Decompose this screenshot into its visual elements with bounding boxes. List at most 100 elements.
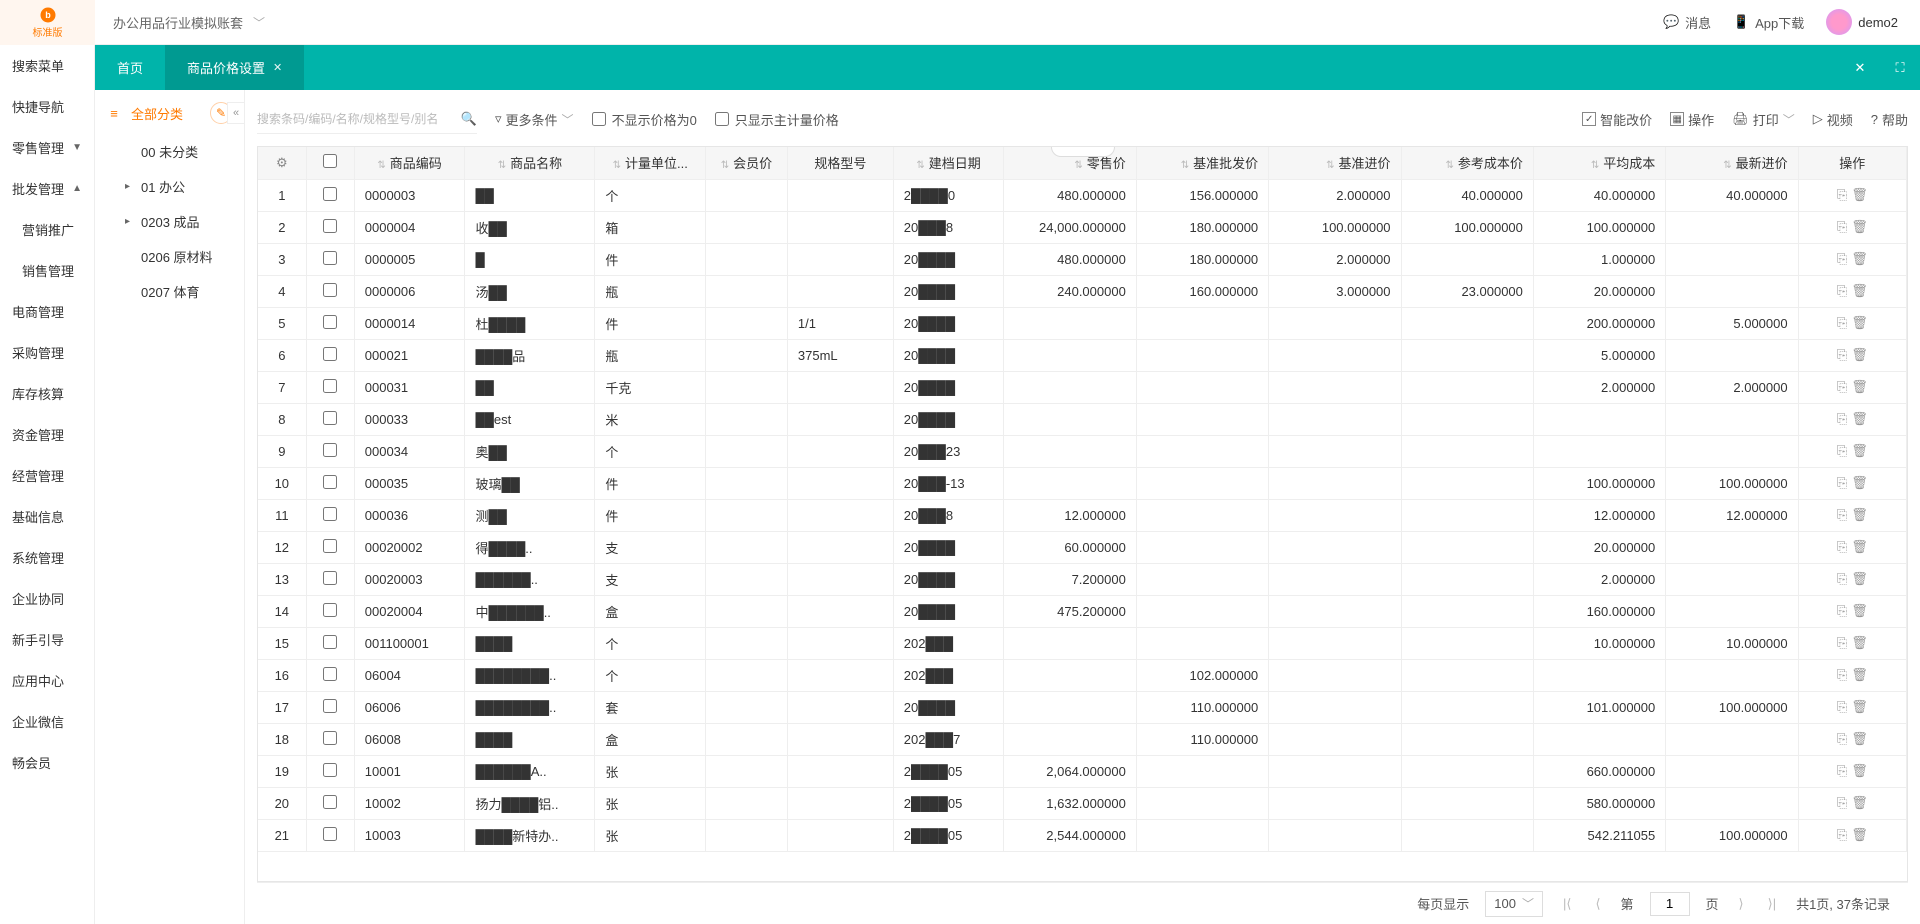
cell-avgcost[interactable]: 160.000000 bbox=[1533, 595, 1665, 627]
cell-avgcost[interactable]: 5.000000 bbox=[1533, 339, 1665, 371]
delete-icon[interactable]: 🗑 bbox=[1851, 315, 1868, 330]
copy-icon[interactable]: ⎘ bbox=[1837, 571, 1847, 586]
table-row[interactable]: 1706006████████..套20████110.000000101.00… bbox=[258, 691, 1907, 723]
hide-zero-input[interactable] bbox=[592, 112, 606, 126]
cell-refcost[interactable] bbox=[1401, 435, 1533, 467]
cell-whole[interactable]: 160.000000 bbox=[1136, 275, 1268, 307]
sidebar-item[interactable]: 畅会员 bbox=[0, 742, 94, 783]
table-row[interactable]: 2110003████新特办..张2████052,544.000000542.… bbox=[258, 819, 1907, 851]
cell-avgcost[interactable]: 20.000000 bbox=[1533, 275, 1665, 307]
row-checkbox[interactable] bbox=[323, 699, 337, 713]
tab-price-settings[interactable]: 商品价格设置 ✕ bbox=[165, 45, 304, 90]
cell-whole[interactable] bbox=[1136, 595, 1268, 627]
delete-icon[interactable]: 🗑 bbox=[1851, 379, 1868, 394]
collapse-tree-button[interactable]: « bbox=[227, 102, 245, 124]
sidebar-item[interactable]: 采购管理 bbox=[0, 332, 94, 373]
header-date[interactable]: ⇅建档日期 bbox=[893, 147, 1004, 179]
cell-retail[interactable]: 1,632.000000 bbox=[1004, 787, 1136, 819]
sidebar-item[interactable]: 资金管理 bbox=[0, 414, 94, 455]
cell-latest[interactable]: 2.000000 bbox=[1666, 371, 1798, 403]
cell-retail[interactable] bbox=[1004, 371, 1136, 403]
cell-avgcost[interactable]: 2.000000 bbox=[1533, 563, 1665, 595]
cell-inbase[interactable] bbox=[1269, 467, 1401, 499]
copy-icon[interactable]: ⎘ bbox=[1837, 411, 1847, 426]
cell-refcost[interactable] bbox=[1401, 243, 1533, 275]
cell-refcost[interactable] bbox=[1401, 403, 1533, 435]
header-wholesale[interactable]: ⇅基准批发价 bbox=[1136, 147, 1268, 179]
per-page-select[interactable]: 100﹀ bbox=[1485, 891, 1543, 917]
cell-retail[interactable]: 12.000000 bbox=[1004, 499, 1136, 531]
last-page-button[interactable]: ⟩| bbox=[1764, 896, 1780, 912]
cell-inbase[interactable] bbox=[1269, 339, 1401, 371]
cell-refcost[interactable] bbox=[1401, 499, 1533, 531]
copy-icon[interactable]: ⎘ bbox=[1837, 699, 1847, 714]
delete-icon[interactable]: 🗑 bbox=[1851, 443, 1868, 458]
cell-latest[interactable] bbox=[1666, 339, 1798, 371]
cell-whole[interactable] bbox=[1136, 467, 1268, 499]
cell-refcost[interactable] bbox=[1401, 659, 1533, 691]
cell-refcost[interactable]: 40.000000 bbox=[1401, 179, 1533, 211]
copy-icon[interactable]: ⎘ bbox=[1837, 475, 1847, 490]
header-unit[interactable]: ⇅计量单位... bbox=[595, 147, 706, 179]
copy-icon[interactable]: ⎘ bbox=[1837, 667, 1847, 682]
cell-refcost[interactable] bbox=[1401, 723, 1533, 755]
cell-inbase[interactable]: 2.000000 bbox=[1269, 243, 1401, 275]
smart-reprice-button[interactable]: ✓智能改价 bbox=[1582, 110, 1652, 129]
cell-refcost[interactable] bbox=[1401, 531, 1533, 563]
delete-icon[interactable]: 🗑 bbox=[1851, 507, 1868, 522]
cell-avgcost[interactable]: 580.000000 bbox=[1533, 787, 1665, 819]
row-checkbox[interactable] bbox=[323, 635, 337, 649]
tree-node[interactable]: ▸01 办公 bbox=[95, 169, 244, 204]
cell-whole[interactable] bbox=[1136, 819, 1268, 851]
cell-whole[interactable]: 110.000000 bbox=[1136, 691, 1268, 723]
cell-inbase[interactable] bbox=[1269, 659, 1401, 691]
cell-retail[interactable]: 2,544.000000 bbox=[1004, 819, 1136, 851]
cell-refcost[interactable]: 23.000000 bbox=[1401, 275, 1533, 307]
sidebar-item[interactable]: 应用中心 bbox=[0, 660, 94, 701]
cell-avgcost[interactable] bbox=[1533, 659, 1665, 691]
header-name[interactable]: ⇅商品名称 bbox=[465, 147, 595, 179]
delete-icon[interactable]: 🗑 bbox=[1851, 667, 1868, 682]
cell-latest[interactable] bbox=[1666, 595, 1798, 627]
search-input[interactable] bbox=[257, 112, 455, 126]
delete-icon[interactable]: 🗑 bbox=[1851, 347, 1868, 362]
cell-latest[interactable] bbox=[1666, 243, 1798, 275]
main-unit-input[interactable] bbox=[715, 112, 729, 126]
header-settings[interactable]: ⚙ bbox=[258, 147, 306, 179]
copy-icon[interactable]: ⎘ bbox=[1837, 187, 1847, 202]
row-checkbox[interactable] bbox=[323, 731, 337, 745]
delete-icon[interactable]: 🗑 bbox=[1851, 603, 1868, 618]
cell-whole[interactable]: 180.000000 bbox=[1136, 243, 1268, 275]
cell-latest[interactable]: 100.000000 bbox=[1666, 691, 1798, 723]
header-refcost[interactable]: ⇅参考成本价 bbox=[1401, 147, 1533, 179]
operations-dropdown[interactable]: ▦操作 bbox=[1670, 110, 1714, 129]
page-input[interactable] bbox=[1650, 892, 1690, 916]
sidebar-item[interactable]: 库存核算 bbox=[0, 373, 94, 414]
grid-expand-handle[interactable] bbox=[1051, 147, 1115, 157]
cell-whole[interactable] bbox=[1136, 403, 1268, 435]
row-checkbox[interactable] bbox=[323, 347, 337, 361]
cell-refcost[interactable] bbox=[1401, 755, 1533, 787]
cell-retail[interactable]: 24,000.000000 bbox=[1004, 211, 1136, 243]
cell-refcost[interactable] bbox=[1401, 467, 1533, 499]
row-checkbox[interactable] bbox=[323, 379, 337, 393]
cell-whole[interactable] bbox=[1136, 435, 1268, 467]
delete-icon[interactable]: 🗑 bbox=[1851, 763, 1868, 778]
table-row[interactable]: 9000034奥██个20███23⎘🗑 bbox=[258, 435, 1907, 467]
cell-refcost[interactable] bbox=[1401, 819, 1533, 851]
row-checkbox[interactable] bbox=[323, 667, 337, 681]
cell-whole[interactable] bbox=[1136, 499, 1268, 531]
table-row[interactable]: 7000031██千克20████2.0000002.000000⎘🗑 bbox=[258, 371, 1907, 403]
cell-avgcost[interactable] bbox=[1533, 435, 1665, 467]
cell-refcost[interactable] bbox=[1401, 627, 1533, 659]
cell-retail[interactable]: 475.200000 bbox=[1004, 595, 1136, 627]
cell-retail[interactable]: 2,064.000000 bbox=[1004, 755, 1136, 787]
cell-inbase[interactable] bbox=[1269, 307, 1401, 339]
copy-icon[interactable]: ⎘ bbox=[1837, 283, 1847, 298]
tree-node[interactable]: 00 未分类 bbox=[95, 134, 244, 169]
cell-retail[interactable] bbox=[1004, 659, 1136, 691]
sidebar-item[interactable]: 企业微信 bbox=[0, 701, 94, 742]
cell-avgcost[interactable]: 12.000000 bbox=[1533, 499, 1665, 531]
header-spec[interactable]: 规格型号 bbox=[787, 147, 893, 179]
tree-title[interactable]: 全部分类 bbox=[131, 104, 183, 123]
